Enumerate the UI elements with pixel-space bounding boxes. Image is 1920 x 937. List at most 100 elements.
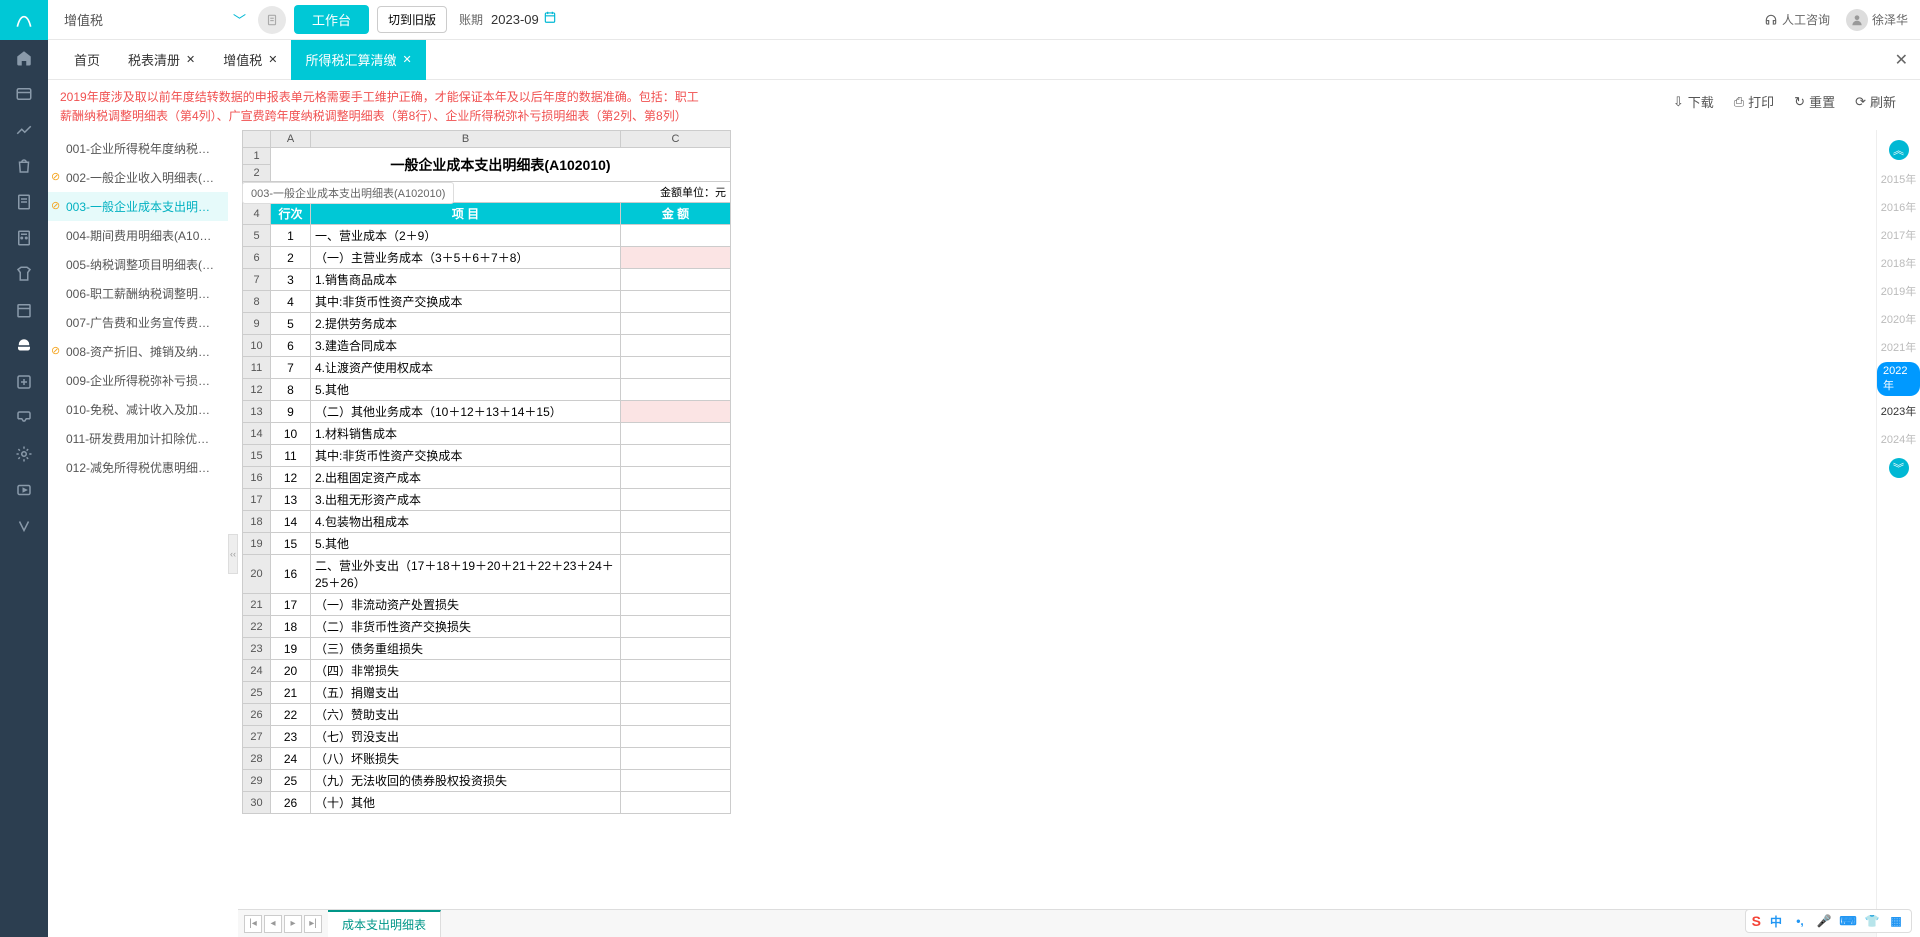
form-list-item[interactable]: 012-减免所得税优惠明细表(... [48,453,228,482]
reset-button[interactable]: ↻重置 [1794,92,1835,111]
amount-cell[interactable] [621,313,731,335]
table-row[interactable]: 731.销售商品成本 [243,269,731,291]
amount-cell[interactable] [621,335,731,357]
table-row[interactable]: 1511其中:非货币性资产交换成本 [243,445,731,467]
consult-button[interactable]: 人工咨询 [1764,11,1830,28]
amount-cell[interactable] [621,638,731,660]
amount-cell[interactable] [621,748,731,770]
table-row[interactable]: 2218（二）非货币性资产交换损失 [243,616,731,638]
spreadsheet-table[interactable]: A B C 1一般企业成本支出明细表(A102010) 2 3金额单位：元 4 … [242,130,731,814]
sheet-nav-prev[interactable]: ◂ [264,915,282,933]
amount-cell[interactable] [621,379,731,401]
table-row[interactable]: 139（二）其他业务成本（10＋12＋13＋14＋15） [243,401,731,423]
amount-cell[interactable] [621,555,731,594]
amount-cell[interactable] [621,660,731,682]
form-list-item[interactable]: 004-期间费用明细表(A1040... [48,221,228,250]
table-row[interactable]: 2925（九）无法收回的债券股权投资损失 [243,770,731,792]
user-menu[interactable]: 徐泽华 [1846,9,1908,31]
amount-cell[interactable] [621,357,731,379]
amount-cell[interactable] [621,616,731,638]
nav-export-icon[interactable] [0,364,48,400]
download-button[interactable]: ⇩下载 [1673,92,1714,111]
calendar-icon[interactable] [543,10,557,29]
form-list-item[interactable]: 009-企业所得税弥补亏损明... [48,366,228,395]
table-row[interactable]: 2016二、营业外支出（17＋18＋19＋20＋21＋22＋23＋24＋25＋2… [243,555,731,594]
sheet-nav-next[interactable]: ▸ [284,915,302,933]
table-row[interactable]: 2723（七）罚没支出 [243,726,731,748]
table-row[interactable]: 952.提供劳务成本 [243,313,731,335]
close-all-tabs[interactable]: ✕ [1895,50,1908,70]
amount-cell[interactable] [621,423,731,445]
table-row[interactable]: 2117（一）非流动资产处置损失 [243,594,731,616]
nav-food-icon[interactable] [0,328,48,364]
nav-calendar-icon[interactable] [0,292,48,328]
table-row[interactable]: 2622（六）赞助支出 [243,704,731,726]
amount-cell[interactable] [621,467,731,489]
amount-cell[interactable] [621,291,731,313]
year-2021年[interactable]: 2021年 [1879,334,1918,360]
year-2018年[interactable]: 2018年 [1879,250,1918,276]
form-list-item[interactable]: 011-研发费用加计扣除优惠... [48,424,228,453]
nav-chart-icon[interactable] [0,112,48,148]
table-row[interactable]: 84其中:非货币性资产交换成本 [243,291,731,313]
amount-cell[interactable] [621,247,731,269]
amount-cell[interactable] [621,594,731,616]
amount-cell[interactable] [621,269,731,291]
workspace-button[interactable]: 工作台 [294,5,369,34]
table-row[interactable]: 18144.包装物出租成本 [243,511,731,533]
table-row[interactable]: 2319（三）债务重组损失 [243,638,731,660]
sheet-nav-last[interactable]: ▸| [304,915,322,933]
table-row[interactable]: 2824（八）坏账损失 [243,748,731,770]
table-row[interactable]: 1285.其他 [243,379,731,401]
ime-skin-icon[interactable]: 👕 [1863,912,1881,930]
ime-mic-icon[interactable]: 🎤 [1815,912,1833,930]
switch-old-button[interactable]: 切到旧版 [377,6,447,33]
nav-card-icon[interactable] [0,76,48,112]
form-list-item[interactable]: ⊘002-一般企业收入明细表(A... [48,163,228,192]
amount-cell[interactable] [621,225,731,247]
nav-doc-icon[interactable] [0,184,48,220]
nav-inbox-icon[interactable] [0,400,48,436]
tab-close-icon[interactable]: ✕ [403,53,412,66]
nav-v-icon[interactable] [0,508,48,544]
table-row[interactable]: 2420（四）非常损失 [243,660,731,682]
period-value[interactable]: 2023-09 [491,12,539,27]
amount-cell[interactable] [621,682,731,704]
collapse-handle[interactable]: ‹‹ [228,534,238,574]
form-list-item[interactable]: 005-纳税调整项目明细表(A1... [48,250,228,279]
form-list-item[interactable]: ⊘003-一般企业成本支出明细... [48,192,228,221]
table-row[interactable]: 17133.出租无形资产成本 [243,489,731,511]
amount-cell[interactable] [621,770,731,792]
ime-keyboard-icon[interactable]: ⌨ [1839,912,1857,930]
tab-首页[interactable]: 首页 [60,40,114,80]
table-row[interactable]: 14101.材料销售成本 [243,423,731,445]
tab-close-icon[interactable]: ✕ [268,53,277,66]
table-row[interactable]: 2521（五）捐赠支出 [243,682,731,704]
year-2024年[interactable]: 2024年 [1879,426,1918,452]
amount-cell[interactable] [621,792,731,814]
sheet-tab-active[interactable]: 成本支出明细表 [328,910,441,937]
tab-close-icon[interactable]: ✕ [186,53,195,66]
year-2019年[interactable]: 2019年 [1879,278,1918,304]
table-row[interactable]: 62（一）主营业务成本（3＋5＋6＋7＋8） [243,247,731,269]
nav-video-icon[interactable] [0,472,48,508]
form-list-item[interactable]: 007-广告费和业务宣传费跨... [48,308,228,337]
amount-cell[interactable] [621,445,731,467]
print-button[interactable]: ⎙打印 [1734,92,1774,111]
table-row[interactable]: 1063.建造合同成本 [243,335,731,357]
nav-shirt-icon[interactable] [0,256,48,292]
ime-logo-icon[interactable]: S [1752,913,1761,929]
nav-bag-icon[interactable] [0,148,48,184]
nav-calc-icon[interactable] [0,220,48,256]
tab-税表清册[interactable]: 税表清册✕ [114,40,209,80]
amount-cell[interactable] [621,511,731,533]
year-2016年[interactable]: 2016年 [1879,194,1918,220]
year-scroll-up[interactable]: ︽ [1889,140,1909,160]
nav-home-icon[interactable] [0,40,48,76]
form-list-item[interactable]: ⊘008-资产折旧、摊销及纳税... [48,337,228,366]
amount-cell[interactable] [621,704,731,726]
app-logo[interactable] [0,0,48,40]
nav-gear-icon[interactable] [0,436,48,472]
year-2015年[interactable]: 2015年 [1879,166,1918,192]
tab-增值税[interactable]: 增值税✕ [209,40,291,80]
